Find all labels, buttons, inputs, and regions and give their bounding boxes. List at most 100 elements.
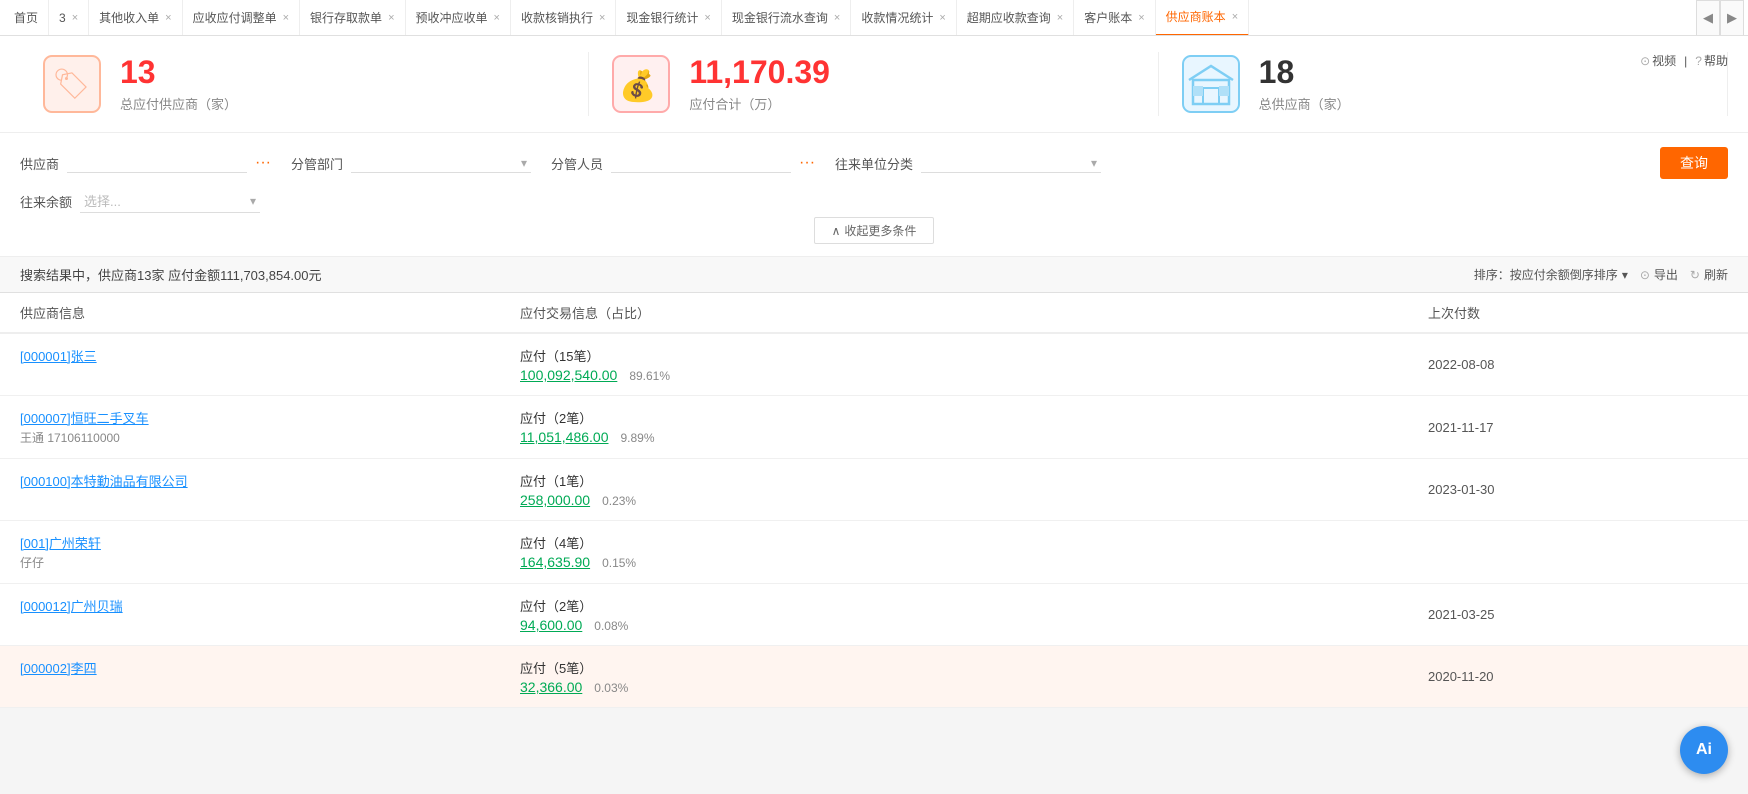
payable-amount-link[interactable]: 258,000.00	[520, 492, 590, 508]
chevron-up-icon: ∧	[832, 224, 841, 238]
balance-filter-label: 往来余额	[20, 192, 72, 211]
tab-collect-stat[interactable]: 收款情况统计 ×	[851, 0, 956, 36]
payable-amount-link[interactable]: 164,635.90	[520, 554, 590, 570]
tab-prepay[interactable]: 预收冲应收单 ×	[406, 0, 511, 36]
table-row: [000100]本特勤油品有限公司 应付（1笔） 258,000.00 0.23…	[0, 459, 1748, 521]
filter-row-2: 往来余额 选择... ▾	[20, 189, 1728, 213]
store-icon	[1179, 52, 1243, 116]
person-dots-button[interactable]: ···	[799, 155, 815, 171]
supplier-info-cell: [001]广州荣轩 仔仔	[20, 533, 520, 571]
video-help-button[interactable]: ⊙ 视频	[1640, 52, 1676, 69]
col-lastpay-header: 上次付数	[1428, 303, 1728, 322]
table-row: [000012]广州贝瑞 应付（2笔） 94,600.00 0.08% 2021…	[0, 584, 1748, 646]
supplier-name-link[interactable]: [000007]恒旺二手叉车	[20, 408, 520, 427]
export-icon: ⊙	[1640, 268, 1650, 282]
query-button[interactable]: 查询	[1660, 147, 1728, 179]
tab-supplier-book[interactable]: 供应商账本 ×	[1156, 0, 1249, 36]
total-suppliers-number: 18	[1259, 55, 1350, 90]
balance-select[interactable]: 选择... ▾	[80, 189, 260, 213]
nav-next-button[interactable]: ▶	[1720, 0, 1744, 36]
dept-filter-label: 分管部门	[291, 154, 343, 173]
tab-bank[interactable]: 银行存取款单 ×	[300, 0, 405, 36]
close-tab-receipt[interactable]: ×	[599, 12, 605, 24]
payable-label: 应付（5笔）	[520, 658, 1428, 677]
payable-label: 应付（15笔）	[520, 346, 1428, 365]
tab-customer-book[interactable]: 客户账本 ×	[1074, 0, 1155, 36]
supplier-input[interactable]	[67, 153, 247, 173]
tab-3[interactable]: 3 ×	[49, 0, 89, 36]
svg-text:🏷: 🏷	[52, 68, 90, 101]
amount-icon: 💰	[609, 52, 673, 116]
total-amount-label: 应付合计（万）	[689, 94, 830, 113]
close-tab-collect-stat[interactable]: ×	[939, 12, 945, 24]
supplier-name-link[interactable]: [001]广州荣轩	[20, 533, 520, 552]
tab-home[interactable]: 首页	[4, 0, 49, 36]
supplier-info-cell: [000100]本特勤油品有限公司	[20, 471, 520, 508]
payable-label: 应付（2笔）	[520, 408, 1428, 427]
tab-adjust[interactable]: 应收应付调整单 ×	[183, 0, 300, 36]
category-select[interactable]: ▾	[921, 154, 1101, 173]
payable-info-cell: 应付（2笔） 94,600.00 0.08%	[520, 596, 1428, 633]
payable-amount-link[interactable]: 11,051,486.00	[520, 429, 609, 445]
summary-info-total: 18 总供应商（家）	[1259, 55, 1350, 113]
payable-label: 应付（4笔）	[520, 533, 1428, 552]
supplier-name-link[interactable]: [000012]广州贝瑞	[20, 596, 520, 615]
close-tab-prepay[interactable]: ×	[494, 12, 500, 24]
close-tab-supplier-book[interactable]: ×	[1232, 11, 1238, 23]
payable-percent: 9.89%	[621, 431, 655, 445]
table-area: 供应商信息 应付交易信息（占比） 上次付数 [000001]张三 应付（15笔）…	[0, 293, 1748, 708]
person-input[interactable]	[611, 153, 791, 173]
supplier-name-link[interactable]: [000001]张三	[20, 346, 520, 365]
last-pay-date: 2023-01-30	[1428, 482, 1728, 497]
close-tab-adjust[interactable]: ×	[283, 12, 289, 24]
collapse-button[interactable]: ∧ 收起更多条件	[814, 217, 934, 244]
total-amount-number: 11,170.39	[689, 55, 830, 90]
supplier-info-cell: [000007]恒旺二手叉车 王通 17106110000	[20, 408, 520, 446]
summary-info-amount: 11,170.39 应付合计（万）	[689, 55, 830, 113]
tab-cash-flow[interactable]: 现金银行流水查询 ×	[722, 0, 851, 36]
last-pay-date: 2022-08-08	[1428, 357, 1728, 372]
nav-prev-button[interactable]: ◀	[1696, 0, 1720, 36]
ai-assistant-button[interactable]: Ai	[1680, 726, 1728, 774]
tab-other-income[interactable]: 其他收入单 ×	[89, 0, 182, 36]
close-tab-3[interactable]: ×	[72, 12, 78, 24]
sort-button[interactable]: 排序：按应付余额倒序排序 ▾	[1474, 266, 1628, 283]
close-tab-overdue[interactable]: ×	[1057, 12, 1063, 24]
payable-amount-link[interactable]: 100,092,540.00	[520, 367, 617, 383]
total-payable-suppliers-number: 13	[120, 55, 237, 90]
table-row: [000007]恒旺二手叉车 王通 17106110000 应付（2笔） 11,…	[0, 396, 1748, 459]
close-tab-other-income[interactable]: ×	[165, 12, 171, 24]
play-icon: ⊙	[1640, 54, 1650, 68]
tab-receipt[interactable]: 收款核销执行 ×	[511, 0, 616, 36]
close-tab-cash-stat[interactable]: ×	[704, 12, 710, 24]
refresh-button[interactable]: ↻ 刷新	[1690, 266, 1728, 283]
help-button[interactable]: ? 帮助	[1695, 52, 1728, 69]
supplier-dots-button[interactable]: ···	[255, 155, 271, 171]
close-tab-cash-flow[interactable]: ×	[834, 12, 840, 24]
supplier-info-cell: [000012]广州贝瑞	[20, 596, 520, 633]
supplier-icon: 🏷	[40, 52, 104, 116]
payable-info-cell: 应付（2笔） 11,051,486.00 9.89%	[520, 408, 1428, 446]
total-suppliers-label: 总供应商（家）	[1259, 94, 1350, 113]
results-bar: 搜索结果中，供应商13家 应付金额111,703,854.00元 排序：按应付余…	[0, 257, 1748, 293]
tab-overdue[interactable]: 超期应收款查询 ×	[957, 0, 1074, 36]
tab-cash-stat[interactable]: 现金银行统计 ×	[616, 0, 721, 36]
supplier-name-link[interactable]: [000002]李四	[20, 658, 520, 677]
dept-select[interactable]: ▾	[351, 154, 531, 173]
top-nav: 首页 3 × 其他收入单 × 应收应付调整单 × 银行存取款单 × 预收冲应收单…	[0, 0, 1748, 36]
person-filter-label: 分管人员	[551, 154, 603, 173]
col-payable-header: 应付交易信息（占比）	[520, 303, 1428, 322]
close-tab-customer-book[interactable]: ×	[1138, 12, 1144, 24]
export-button[interactable]: ⊙ 导出	[1640, 266, 1678, 283]
payable-amount-link[interactable]: 32,366.00	[520, 679, 582, 695]
payable-amount-link[interactable]: 94,600.00	[520, 617, 582, 633]
summary-area: 🏷 13 总应付供应商（家） 💰 11,170.39 应付合计（万）	[0, 36, 1748, 133]
filter-dept: 分管部门 ▾	[291, 154, 531, 173]
refresh-icon: ↻	[1690, 268, 1700, 282]
supplier-name-link[interactable]: [000100]本特勤油品有限公司	[20, 471, 520, 490]
category-filter-label: 往来单位分类	[835, 154, 913, 173]
close-tab-bank[interactable]: ×	[388, 12, 394, 24]
dept-chevron-down-icon: ▾	[521, 156, 527, 170]
payable-percent: 0.23%	[602, 494, 636, 508]
payable-info-cell: 应付（1笔） 258,000.00 0.23%	[520, 471, 1428, 508]
